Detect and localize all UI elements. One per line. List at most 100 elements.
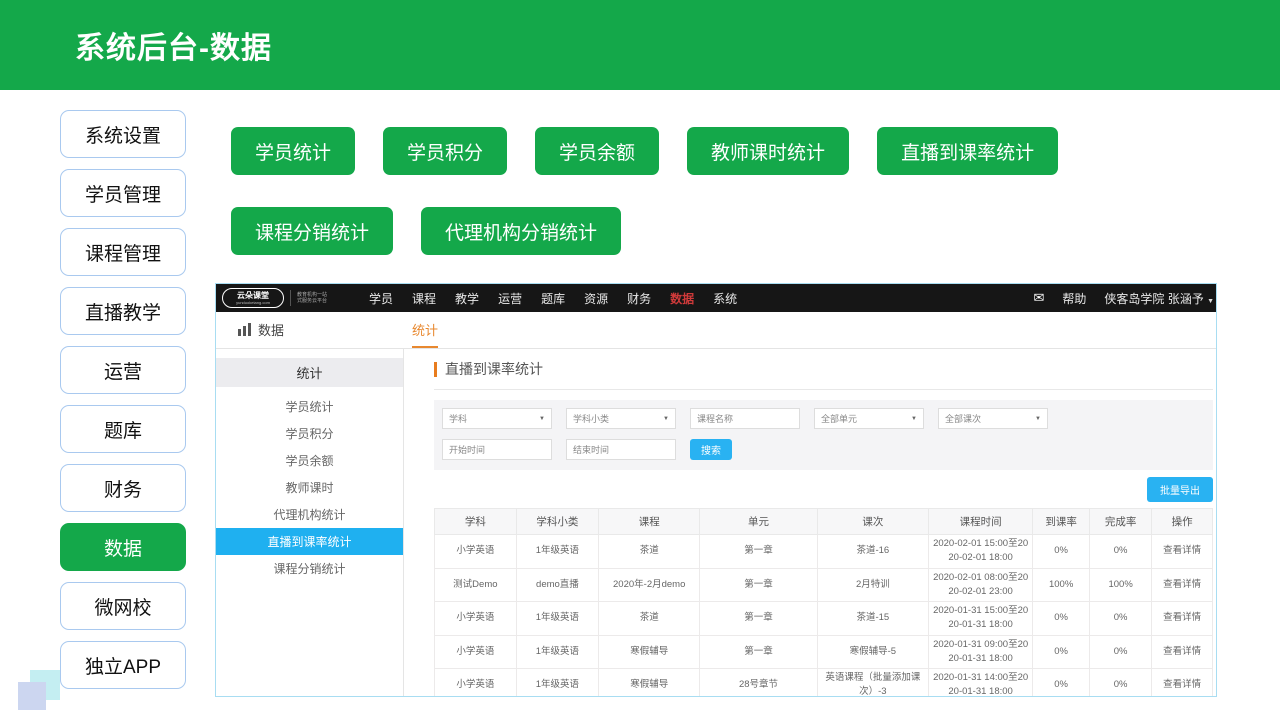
chevron-down-icon: ▼	[663, 416, 669, 422]
nav-item-finance[interactable]: 财务	[627, 290, 651, 307]
sidebar-item-finance[interactable]: 财务	[60, 464, 186, 512]
sidebar-item-standalone-app[interactable]: 独立APP	[60, 641, 186, 689]
nav-item-system[interactable]: 系统	[713, 290, 737, 307]
batch-export-button[interactable]: 批量导出	[1147, 477, 1213, 502]
sidebar-item-operations[interactable]: 运营	[60, 346, 186, 394]
sidebar-item-student-mgmt[interactable]: 学员管理	[60, 169, 186, 217]
quick-button-live-attendance[interactable]: 直播到课率统计	[877, 127, 1058, 175]
nav-item-resources[interactable]: 资源	[584, 290, 608, 307]
table-row: 小学英语 1年级英语 寒假辅导 第一章 寒假辅导-5 2020-01-31 09…	[435, 635, 1213, 669]
content-title-row: 直播到课率统计	[434, 359, 1213, 390]
account-menu[interactable]: 侠客岛学院 张涵予 ▼	[1104, 290, 1214, 307]
lesson-select-value: 全部课次	[945, 412, 981, 425]
help-link[interactable]: 帮助	[1062, 290, 1086, 307]
col-completion-rate: 完成率	[1090, 509, 1152, 535]
admin-screenshot: 云朵课堂 yunduoketang.com 教育机构一站 式服务云平台 学员 课…	[215, 283, 1217, 697]
unit-select[interactable]: 全部单元 ▼	[814, 408, 924, 429]
col-actions: 操作	[1152, 509, 1213, 535]
main-sidebar: 系统设置 学员管理 课程管理 直播教学 运营 题库 财务 数据 微网校 独立AP…	[60, 110, 186, 689]
content-title: 直播到课率统计	[445, 359, 543, 379]
nav-item-question-bank[interactable]: 题库	[541, 290, 565, 307]
page-title: 系统后台-数据	[75, 23, 272, 67]
menu-item-course-distribution[interactable]: 课程分销统计	[216, 555, 403, 582]
quick-button-teacher-hours[interactable]: 教师课时统计	[687, 127, 849, 175]
sidebar-item-live-teaching[interactable]: 直播教学	[60, 287, 186, 335]
sidebar-item-data[interactable]: 数据	[60, 523, 186, 571]
cloud-logo-icon: 云朵课堂 yunduoketang.com	[222, 288, 284, 308]
bar-chart-icon	[238, 323, 252, 336]
subject-sub-select-value: 学科小类	[573, 412, 609, 425]
nav-item-data-active[interactable]: 数据	[670, 290, 694, 307]
nav-item-students[interactable]: 学员	[369, 290, 393, 307]
mail-icon[interactable]: ✉	[1033, 290, 1044, 306]
menu-header: 统计	[216, 358, 403, 387]
table-row: 小学英语 1年级英语 茶道 第一章 茶道-16 2020-02-01 15:00…	[435, 535, 1213, 569]
start-time-input[interactable]: 开始时间	[442, 439, 552, 460]
tab-statistics[interactable]: 统计	[412, 320, 438, 348]
unit-select-value: 全部单元	[821, 412, 857, 425]
col-course: 课程	[599, 509, 700, 535]
page-banner: 系统后台-数据	[0, 0, 1280, 90]
decor-square-lavender	[18, 682, 46, 710]
sidebar-item-question-bank[interactable]: 题库	[60, 405, 186, 453]
menu-item-student-points[interactable]: 学员积分	[216, 420, 403, 447]
subject-sub-select[interactable]: 学科小类 ▼	[566, 408, 676, 429]
col-attendance-rate: 到课率	[1033, 509, 1090, 535]
menu-item-agency-stats[interactable]: 代理机构统计	[216, 501, 403, 528]
lesson-select[interactable]: 全部课次 ▼	[938, 408, 1048, 429]
admin-side-menu: 统计 学员统计 学员积分 学员余额 教师课时 代理机构统计 直播到课率统计 课程…	[216, 349, 404, 696]
subject-select[interactable]: 学科 ▼	[442, 408, 552, 429]
attendance-table: 学科 学科小类 课程 单元 课次 课程时间 到课率 完成率 操作	[434, 508, 1213, 697]
table-row: 测试Demo demo直播 2020年-2月demo 第一章 2月特训 2020…	[435, 568, 1213, 602]
chevron-down-icon: ▼	[911, 416, 917, 422]
breadcrumb: 数据	[238, 320, 284, 339]
search-button[interactable]: 搜索	[690, 439, 732, 460]
page: 系统后台-数据 系统设置 学员管理 课程管理 直播教学 运营 题库 财务 数据 …	[0, 0, 1280, 720]
filter-panel: 学科 ▼ 学科小类 ▼ 课程名称 全部单元 ▼ 全部	[434, 400, 1213, 470]
quick-button-student-balance[interactable]: 学员余额	[535, 127, 659, 175]
logo: 云朵课堂 yunduoketang.com 教育机构一站 式服务云平台	[222, 288, 327, 308]
end-time-input[interactable]: 结束时间	[566, 439, 676, 460]
view-details-link[interactable]: 查看详情	[1152, 535, 1213, 569]
admin-subbar: 数据 统计	[216, 312, 1216, 349]
col-subject-sub: 学科小类	[516, 509, 598, 535]
quick-button-student-points[interactable]: 学员积分	[383, 127, 507, 175]
logo-tagline-2: 式服务云平台	[297, 298, 327, 304]
view-details-link[interactable]: 查看详情	[1152, 568, 1213, 602]
nav-item-operations[interactable]: 运营	[498, 290, 522, 307]
quick-button-student-stats[interactable]: 学员统计	[231, 127, 355, 175]
breadcrumb-label: 数据	[258, 320, 284, 339]
view-details-link[interactable]: 查看详情	[1152, 635, 1213, 669]
account-name: 侠客岛学院 张涵予	[1104, 292, 1203, 306]
view-details-link[interactable]: 查看详情	[1152, 669, 1213, 698]
nav-item-courses[interactable]: 课程	[412, 290, 436, 307]
table-header-row: 学科 学科小类 课程 单元 课次 课程时间 到课率 完成率 操作	[435, 509, 1213, 535]
title-accent-bar	[434, 362, 437, 377]
table-row: 小学英语 1年级英语 寒假辅导 28号章节 英语课程（批量添加课次）-3 202…	[435, 669, 1213, 698]
course-name-input[interactable]: 课程名称	[690, 408, 800, 429]
admin-navbar: 云朵课堂 yunduoketang.com 教育机构一站 式服务云平台 学员 课…	[216, 284, 1216, 312]
table-row: 小学英语 1年级英语 茶道 第一章 茶道-15 2020-01-31 15:00…	[435, 602, 1213, 636]
quick-button-agency-distribution[interactable]: 代理机构分销统计	[421, 207, 621, 255]
logo-text: 云朵课堂	[237, 292, 269, 300]
col-unit: 单元	[700, 509, 817, 535]
nav-item-teaching[interactable]: 教学	[455, 290, 479, 307]
chevron-down-icon: ▼	[1035, 416, 1041, 422]
view-details-link[interactable]: 查看详情	[1152, 602, 1213, 636]
menu-item-live-attendance-active[interactable]: 直播到课率统计	[216, 528, 403, 555]
menu-item-student-balance[interactable]: 学员余额	[216, 447, 403, 474]
admin-body: 统计 学员统计 学员积分 学员余额 教师课时 代理机构统计 直播到课率统计 课程…	[216, 349, 1216, 696]
admin-nav-right: ✉ 帮助 侠客岛学院 张涵予 ▼	[1033, 290, 1214, 307]
admin-content: 直播到课率统计 学科 ▼ 学科小类 ▼ 课程名称	[404, 349, 1216, 696]
sidebar-item-system-settings[interactable]: 系统设置	[60, 110, 186, 158]
col-time: 课程时间	[928, 509, 1032, 535]
sidebar-item-course-mgmt[interactable]: 课程管理	[60, 228, 186, 276]
menu-item-student-stats[interactable]: 学员统计	[216, 393, 403, 420]
chevron-down-icon: ▼	[539, 416, 545, 422]
sidebar-item-micro-school[interactable]: 微网校	[60, 582, 186, 630]
quick-buttons: 学员统计 学员积分 学员余额 教师课时统计 直播到课率统计 课程分销统计 代理机…	[231, 127, 1058, 287]
subject-select-value: 学科	[449, 412, 467, 425]
admin-nav-items: 学员 课程 教学 运营 题库 资源 财务 数据 系统	[369, 290, 737, 307]
quick-button-course-distribution[interactable]: 课程分销统计	[231, 207, 393, 255]
menu-item-teacher-hours[interactable]: 教师课时	[216, 474, 403, 501]
